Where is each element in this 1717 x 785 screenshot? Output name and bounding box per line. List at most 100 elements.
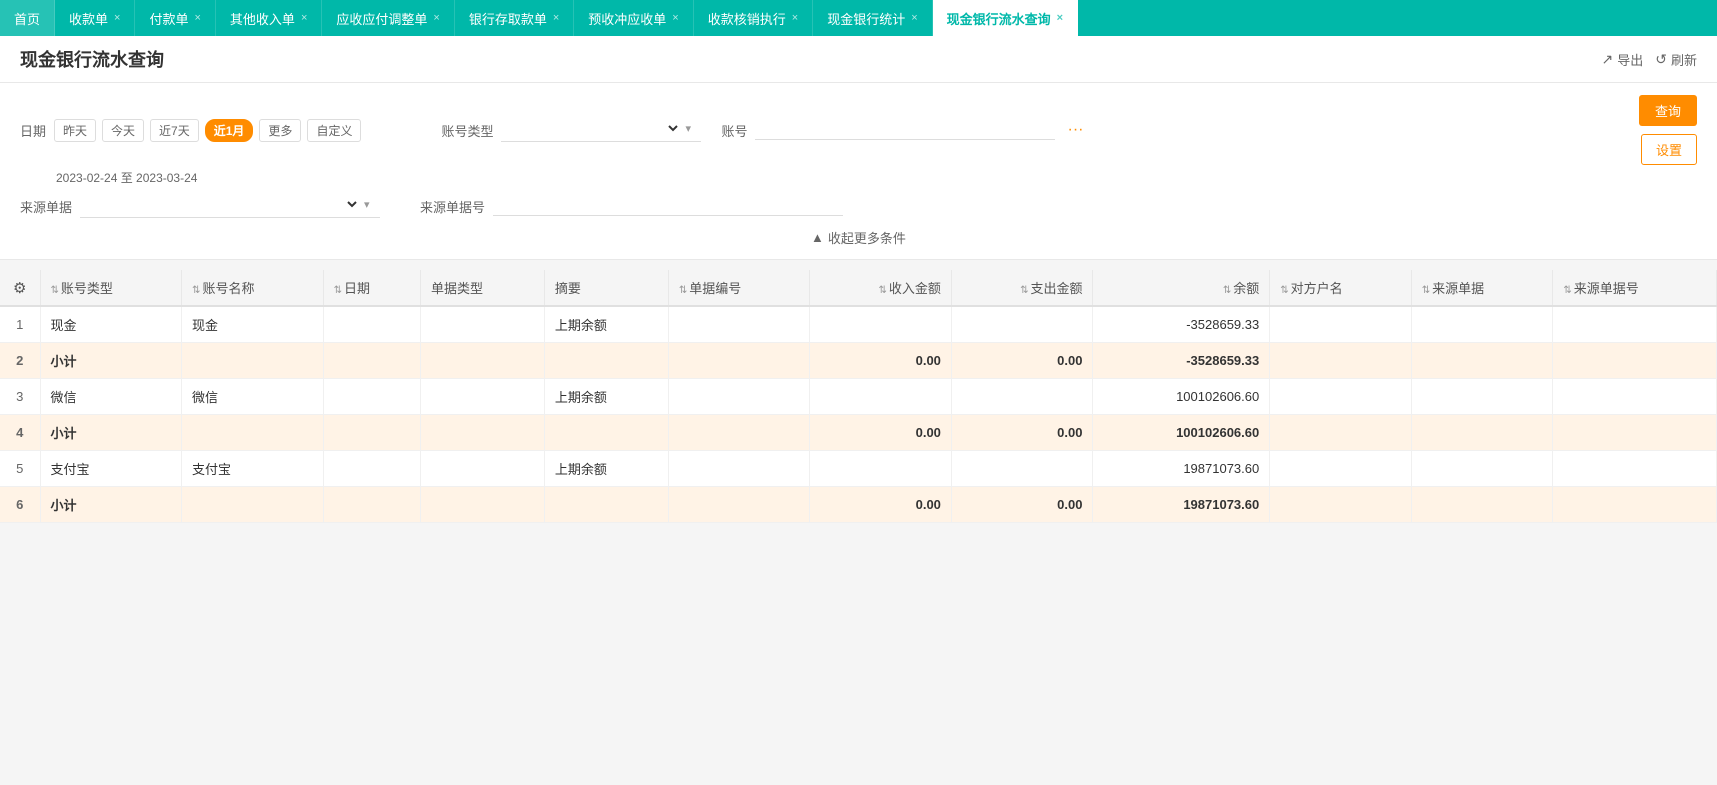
sort-icon-source-doc: ⇅ (1422, 285, 1430, 296)
settings-button[interactable]: 设置 (1641, 134, 1697, 165)
nav-bank-stats-label: 现金银行统计 (827, 9, 905, 28)
nav-adjustment-close[interactable]: × (433, 12, 439, 24)
cell-doc-type (421, 343, 545, 379)
cell-counterparty (1270, 487, 1412, 523)
cell-summary: 上期余额 (544, 379, 668, 415)
nav-bank-flow[interactable]: 现金银行流水查询 × (933, 0, 1078, 36)
col-account-name[interactable]: ⇅账号名称 (182, 270, 324, 306)
nav-bank-flow-label: 现金银行流水查询 (947, 9, 1051, 28)
col-source-doc-no[interactable]: ⇅来源单据号 (1553, 270, 1717, 306)
cell-account-type: 微信 (40, 379, 182, 415)
cell-doc-no (668, 451, 810, 487)
cell-balance: -3528659.33 (1093, 306, 1270, 343)
date-btn-1month[interactable]: 近1月 (205, 119, 254, 142)
export-icon: ↗ (1602, 51, 1614, 68)
nav-bank-flow-close[interactable]: × (1057, 12, 1063, 24)
cell-doc-type (421, 415, 545, 451)
cell-income (810, 306, 952, 343)
nav-bank-deposit[interactable]: 银行存取款单 × (455, 0, 574, 36)
cell-source-doc (1411, 487, 1553, 523)
nav-verification-label: 收款核销执行 (708, 9, 786, 28)
nav-payment[interactable]: 付款单 × (135, 0, 215, 36)
cell-account-name: 微信 (182, 379, 324, 415)
col-income[interactable]: ⇅收入金额 (810, 270, 952, 306)
account-input[interactable] (755, 120, 1055, 140)
col-date[interactable]: ⇅日期 (323, 270, 420, 306)
cell-account-name (182, 487, 324, 523)
cell-doc-no (668, 379, 810, 415)
col-source-doc[interactable]: ⇅来源单据 (1411, 270, 1553, 306)
table-row: 4小计0.000.00100102606.60 (0, 415, 1717, 451)
date-range-display: 2023-02-24 至 2023-03-24 (56, 169, 1697, 186)
cell-counterparty (1270, 343, 1412, 379)
source-doc-select-wrapper[interactable] (80, 194, 380, 218)
table-row: 1现金现金上期余额-3528659.33 (0, 306, 1717, 343)
refresh-button[interactable]: ↺ 刷新 (1655, 50, 1697, 69)
query-button[interactable]: 查询 (1639, 95, 1697, 126)
nav-verification-close[interactable]: × (792, 12, 798, 24)
cell-income (810, 451, 952, 487)
nav-adjustment-label: 应收应付调整单 (336, 9, 427, 28)
account-more-button[interactable]: ··· (1067, 121, 1083, 139)
nav-payment-close[interactable]: × (194, 12, 200, 24)
nav-bank-stats-close[interactable]: × (911, 12, 917, 24)
date-btn-more[interactable]: 更多 (259, 119, 301, 142)
nav-home[interactable]: 首页 (0, 0, 55, 36)
refresh-icon: ↺ (1655, 51, 1667, 68)
cell-counterparty (1270, 415, 1412, 451)
source-doc-no-input[interactable] (493, 196, 843, 216)
sort-icon-date: ⇅ (334, 285, 342, 296)
nav-payment-label: 付款单 (149, 9, 188, 28)
nav-other-income[interactable]: 其他收入单 × (216, 0, 322, 36)
nav-receipt-close[interactable]: × (114, 12, 120, 24)
nav-bank-stats[interactable]: 现金银行统计 × (813, 0, 932, 36)
date-btn-yesterday[interactable]: 昨天 (54, 119, 96, 142)
nav-prepay-close[interactable]: × (672, 12, 678, 24)
col-settings[interactable]: ⚙ (0, 270, 40, 306)
cell-expense: 0.00 (951, 415, 1093, 451)
sort-icon-account-type: ⇅ (51, 285, 59, 296)
date-btn-custom[interactable]: 自定义 (307, 119, 361, 142)
cell-source-doc-no (1553, 451, 1717, 487)
nav-prepay[interactable]: 预收冲应收单 × (574, 0, 693, 36)
table-settings-icon[interactable]: ⚙ (13, 280, 26, 297)
cell-source-doc-no (1553, 379, 1717, 415)
cell-date (323, 306, 420, 343)
cell-balance: 19871073.60 (1093, 487, 1270, 523)
cell-doc-no (668, 415, 810, 451)
source-doc-label: 来源单据 (20, 197, 72, 216)
nav-bank-deposit-close[interactable]: × (553, 12, 559, 24)
cell-doc-type (421, 306, 545, 343)
col-counterparty[interactable]: ⇅对方户名 (1270, 270, 1412, 306)
date-btn-today[interactable]: 今天 (102, 119, 144, 142)
export-button[interactable]: ↗ 导出 (1602, 50, 1644, 69)
cell-account-name (182, 415, 324, 451)
cell-balance: -3528659.33 (1093, 343, 1270, 379)
col-balance[interactable]: ⇅余额 (1093, 270, 1270, 306)
cell-source-doc (1411, 415, 1553, 451)
col-doc-no[interactable]: ⇅单据编号 (668, 270, 810, 306)
nav-adjustment[interactable]: 应收应付调整单 × (322, 0, 454, 36)
cell-expense (951, 379, 1093, 415)
account-type-select[interactable] (501, 118, 681, 139)
collapse-filter-button[interactable]: ▲ 收起更多条件 (20, 228, 1697, 247)
cell-counterparty (1270, 306, 1412, 343)
cell-doc-type (421, 451, 545, 487)
cell-account-type: 现金 (40, 306, 182, 343)
cell-no: 2 (0, 343, 40, 379)
cell-source-doc (1411, 306, 1553, 343)
account-type-select-wrapper[interactable] (501, 118, 701, 142)
source-doc-select[interactable] (80, 194, 360, 215)
col-account-type[interactable]: ⇅账号类型 (40, 270, 182, 306)
nav-verification[interactable]: 收款核销执行 × (694, 0, 813, 36)
cell-account-type: 小计 (40, 343, 182, 379)
col-expense[interactable]: ⇅支出金额 (951, 270, 1093, 306)
cell-doc-no (668, 487, 810, 523)
nav-receipt[interactable]: 收款单 × (55, 0, 135, 36)
cell-source-doc (1411, 343, 1553, 379)
cell-counterparty (1270, 451, 1412, 487)
nav-home-label: 首页 (14, 9, 40, 28)
cell-source-doc-no (1553, 415, 1717, 451)
nav-other-income-close[interactable]: × (301, 12, 307, 24)
date-btn-7days[interactable]: 近7天 (150, 119, 199, 142)
